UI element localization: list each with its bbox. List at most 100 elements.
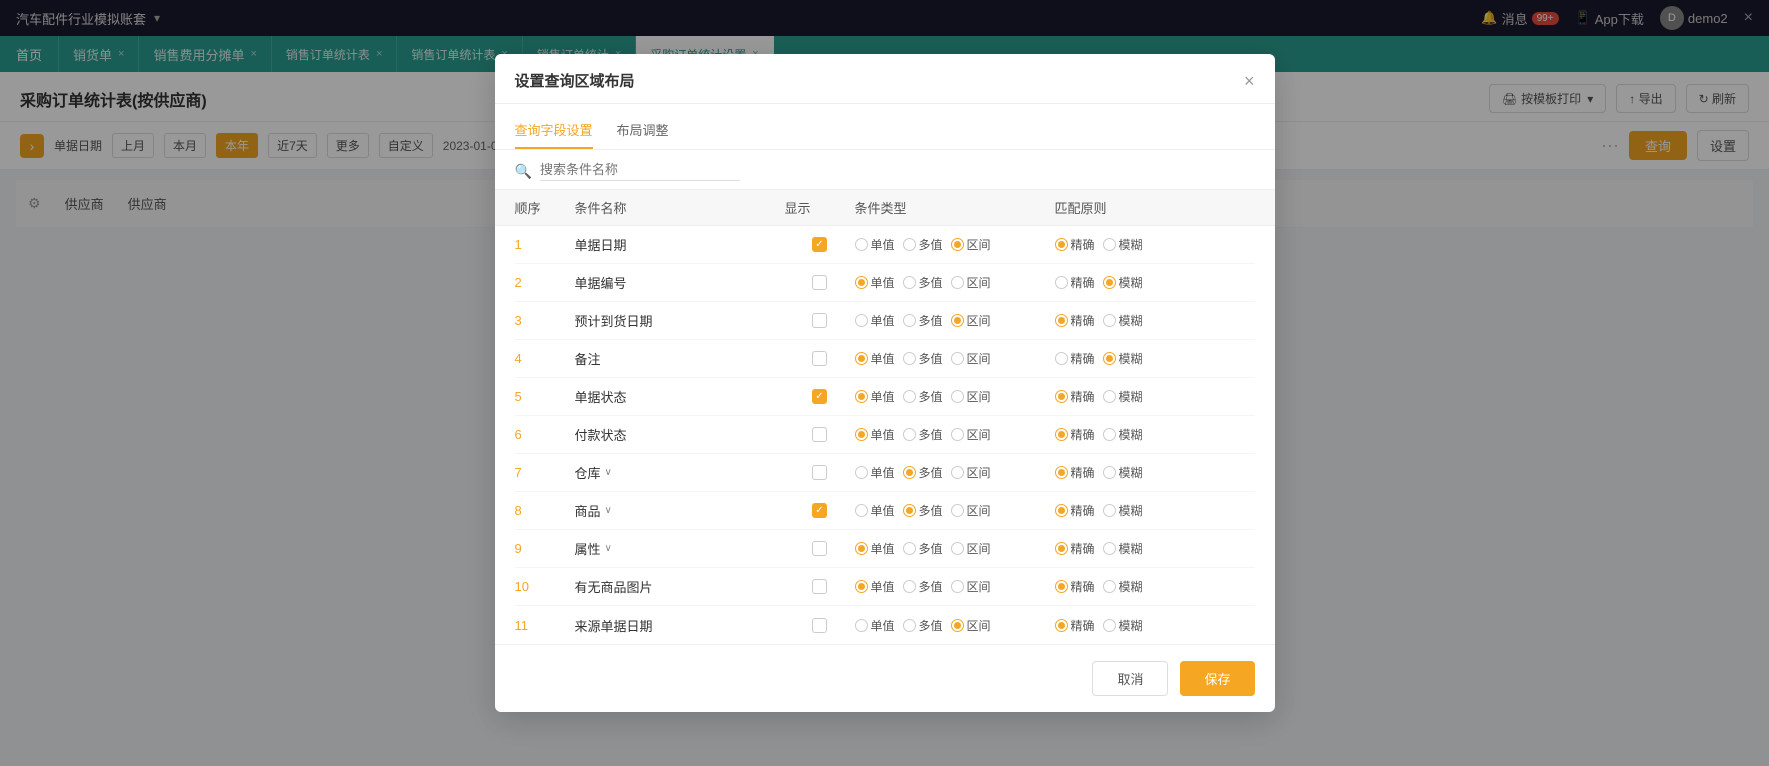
save-button[interactable]: 保存	[1180, 661, 1254, 696]
match-rule-exact[interactable]: 精确	[1055, 502, 1095, 519]
display-checkbox[interactable]	[812, 541, 827, 556]
radio-fuzzy-icon[interactable]	[1103, 504, 1116, 517]
condition-type-multi[interactable]: 多值	[903, 502, 943, 519]
radio-single-icon[interactable]	[855, 466, 868, 479]
radio-range-icon[interactable]	[951, 428, 964, 441]
condition-type-single[interactable]: 单值	[855, 540, 895, 557]
match-rule-fuzzy[interactable]: 模糊	[1103, 388, 1143, 405]
radio-range-icon[interactable]	[951, 314, 964, 327]
condition-type-single[interactable]: 单值	[855, 502, 895, 519]
condition-type-range[interactable]: 区间	[951, 426, 991, 443]
display-checkbox[interactable]	[812, 275, 827, 290]
condition-type-single[interactable]: 单值	[855, 236, 895, 253]
condition-type-single[interactable]: 单值	[855, 578, 895, 595]
radio-exact-icon[interactable]	[1055, 428, 1068, 441]
search-input[interactable]	[540, 162, 740, 181]
radio-single-icon[interactable]	[855, 504, 868, 517]
radio-multi-icon[interactable]	[903, 238, 916, 251]
condition-type-multi[interactable]: 多值	[903, 274, 943, 291]
display-checkbox[interactable]	[812, 389, 827, 404]
radio-single-icon[interactable]	[855, 352, 868, 365]
row-dropdown-icon[interactable]: ∨	[605, 505, 612, 516]
display-checkbox[interactable]	[812, 579, 827, 594]
condition-type-range[interactable]: 区间	[951, 502, 991, 519]
radio-fuzzy-icon[interactable]	[1103, 314, 1116, 327]
condition-type-multi[interactable]: 多值	[903, 617, 943, 634]
radio-range-icon[interactable]	[951, 619, 964, 632]
radio-range-icon[interactable]	[951, 580, 964, 593]
match-rule-exact[interactable]: 精确	[1055, 388, 1095, 405]
condition-type-single[interactable]: 单值	[855, 312, 895, 329]
match-rule-fuzzy[interactable]: 模糊	[1103, 350, 1143, 367]
match-rule-fuzzy[interactable]: 模糊	[1103, 502, 1143, 519]
row-dropdown-icon[interactable]: ∨	[605, 543, 612, 554]
radio-fuzzy-icon[interactable]	[1103, 542, 1116, 555]
radio-exact-icon[interactable]	[1055, 504, 1068, 517]
radio-fuzzy-icon[interactable]	[1103, 428, 1116, 441]
radio-single-icon[interactable]	[855, 314, 868, 327]
radio-exact-icon[interactable]	[1055, 276, 1068, 289]
condition-type-multi[interactable]: 多值	[903, 388, 943, 405]
radio-exact-icon[interactable]	[1055, 466, 1068, 479]
radio-range-icon[interactable]	[951, 504, 964, 517]
radio-multi-icon[interactable]	[903, 580, 916, 593]
radio-range-icon[interactable]	[951, 352, 964, 365]
match-rule-exact[interactable]: 精确	[1055, 540, 1095, 557]
condition-type-multi[interactable]: 多值	[903, 236, 943, 253]
radio-range-icon[interactable]	[951, 238, 964, 251]
radio-exact-icon[interactable]	[1055, 542, 1068, 555]
radio-exact-icon[interactable]	[1055, 314, 1068, 327]
condition-type-single[interactable]: 单值	[855, 350, 895, 367]
radio-fuzzy-icon[interactable]	[1103, 390, 1116, 403]
match-rule-exact[interactable]: 精确	[1055, 312, 1095, 329]
match-rule-exact[interactable]: 精确	[1055, 236, 1095, 253]
condition-type-range[interactable]: 区间	[951, 350, 991, 367]
radio-range-icon[interactable]	[951, 276, 964, 289]
radio-single-icon[interactable]	[855, 580, 868, 593]
radio-range-icon[interactable]	[951, 542, 964, 555]
radio-multi-icon[interactable]	[903, 466, 916, 479]
condition-type-range[interactable]: 区间	[951, 617, 991, 634]
radio-single-icon[interactable]	[855, 619, 868, 632]
radio-multi-icon[interactable]	[903, 314, 916, 327]
condition-type-multi[interactable]: 多值	[903, 540, 943, 557]
match-rule-exact[interactable]: 精确	[1055, 617, 1095, 634]
radio-exact-icon[interactable]	[1055, 390, 1068, 403]
match-rule-fuzzy[interactable]: 模糊	[1103, 617, 1143, 634]
radio-multi-icon[interactable]	[903, 619, 916, 632]
radio-fuzzy-icon[interactable]	[1103, 580, 1116, 593]
condition-type-range[interactable]: 区间	[951, 464, 991, 481]
condition-type-range[interactable]: 区间	[951, 388, 991, 405]
condition-type-multi[interactable]: 多值	[903, 426, 943, 443]
radio-fuzzy-icon[interactable]	[1103, 238, 1116, 251]
match-rule-fuzzy[interactable]: 模糊	[1103, 426, 1143, 443]
radio-multi-icon[interactable]	[903, 276, 916, 289]
condition-type-multi[interactable]: 多值	[903, 464, 943, 481]
cancel-button[interactable]: 取消	[1092, 661, 1168, 696]
match-rule-exact[interactable]: 精确	[1055, 350, 1095, 367]
condition-type-single[interactable]: 单值	[855, 388, 895, 405]
radio-single-icon[interactable]	[855, 542, 868, 555]
radio-single-icon[interactable]	[855, 238, 868, 251]
condition-type-multi[interactable]: 多值	[903, 350, 943, 367]
condition-type-single[interactable]: 单值	[855, 274, 895, 291]
condition-type-multi[interactable]: 多值	[903, 578, 943, 595]
radio-fuzzy-icon[interactable]	[1103, 466, 1116, 479]
match-rule-fuzzy[interactable]: 模糊	[1103, 274, 1143, 291]
match-rule-exact[interactable]: 精确	[1055, 578, 1095, 595]
display-checkbox[interactable]	[812, 313, 827, 328]
condition-type-range[interactable]: 区间	[951, 540, 991, 557]
display-checkbox[interactable]	[812, 237, 827, 252]
match-rule-fuzzy[interactable]: 模糊	[1103, 312, 1143, 329]
radio-range-icon[interactable]	[951, 466, 964, 479]
display-checkbox[interactable]	[812, 465, 827, 480]
radio-exact-icon[interactable]	[1055, 619, 1068, 632]
radio-multi-icon[interactable]	[903, 390, 916, 403]
match-rule-fuzzy[interactable]: 模糊	[1103, 236, 1143, 253]
match-rule-exact[interactable]: 精确	[1055, 464, 1095, 481]
modal-close-button[interactable]: ×	[1244, 72, 1255, 90]
condition-type-range[interactable]: 区间	[951, 312, 991, 329]
radio-exact-icon[interactable]	[1055, 580, 1068, 593]
tab-layout-adjust[interactable]: 布局调整	[617, 114, 669, 149]
radio-single-icon[interactable]	[855, 428, 868, 441]
